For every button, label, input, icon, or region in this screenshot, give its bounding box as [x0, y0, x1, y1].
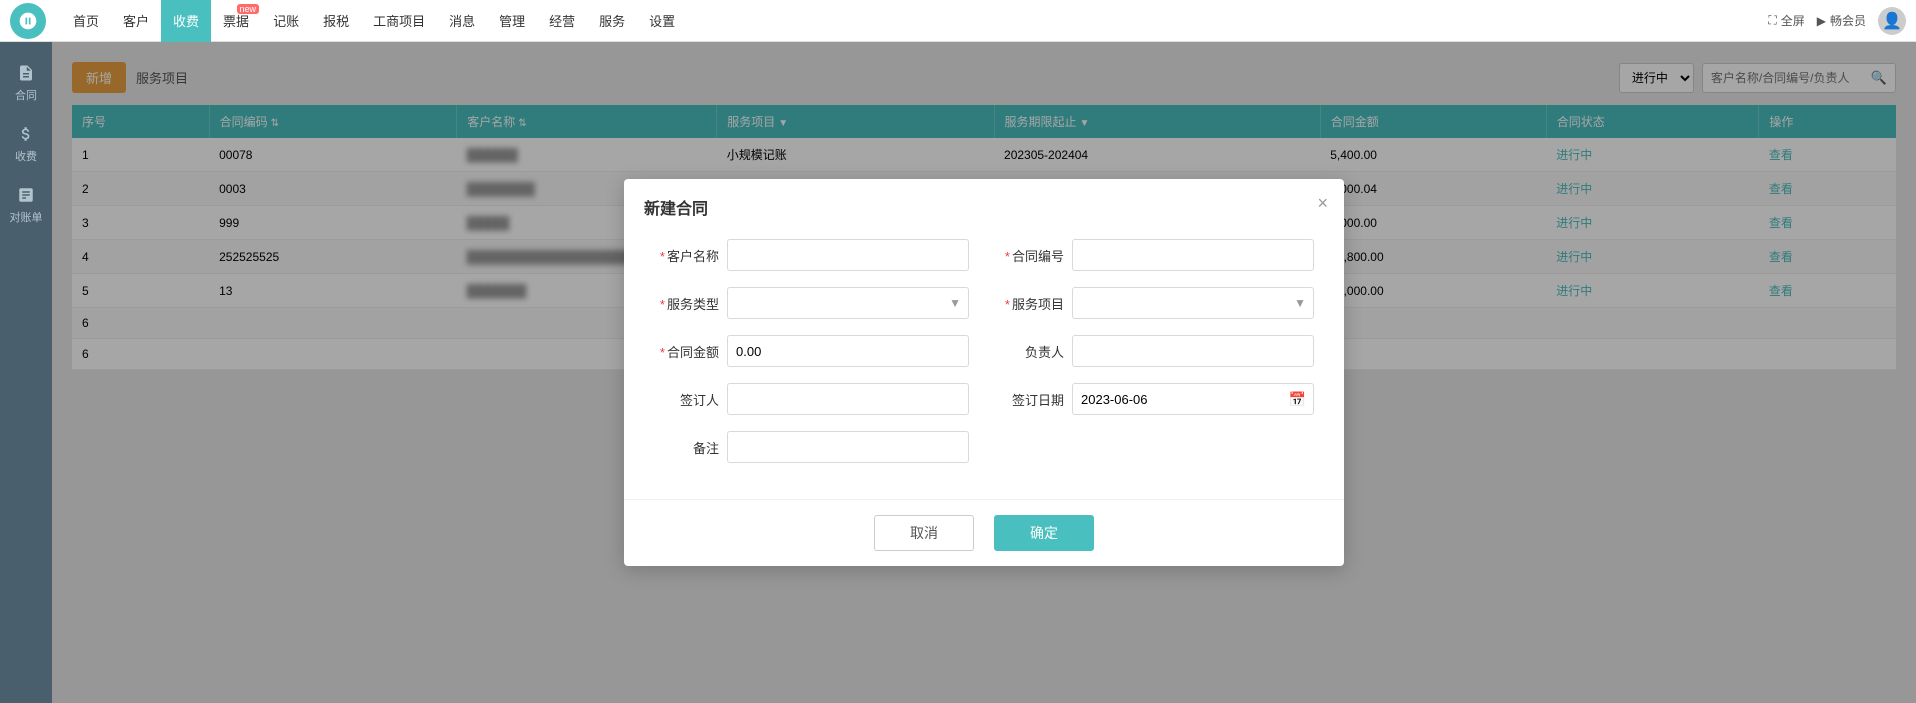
form-row-1: *客户名称 *合同编号 — [654, 239, 1314, 271]
amount-label: *合同金额 — [654, 342, 719, 361]
amount-input[interactable] — [727, 335, 969, 367]
modal-body: *客户名称 *合同编号 — [624, 229, 1344, 499]
sidebar-item-statement[interactable]: 对账单 — [0, 174, 52, 235]
form-group-serviceitem: *服务项目 ▼ — [999, 287, 1314, 319]
nav-item-settings[interactable]: 设置 — [637, 0, 687, 42]
nav-item-home[interactable]: 首页 — [61, 0, 111, 42]
form-group-responsible: 负责人 — [999, 335, 1314, 367]
servicetype-label: *服务类型 — [654, 294, 719, 313]
logo — [10, 3, 46, 39]
signer-input[interactable] — [727, 383, 969, 415]
modal-title: 新建合同 — [644, 201, 708, 218]
nav-item-ticket[interactable]: 票据 new — [211, 0, 261, 42]
nav-item-service[interactable]: 服务 — [587, 0, 637, 42]
modal-header: 新建合同 × — [624, 179, 1344, 229]
responsible-input[interactable] — [1072, 335, 1314, 367]
nav-item-customer[interactable]: 客户 — [111, 0, 161, 42]
form-group-notes: 备注 — [654, 431, 969, 463]
required-star5: * — [660, 345, 665, 360]
top-nav: 首页 客户 收费 票据 new 记账 报税 工商项目 消息 管理 经营 服务 设… — [0, 0, 1916, 42]
notes-label: 备注 — [654, 438, 719, 457]
signdate-wrap: 📅 — [1072, 383, 1314, 415]
responsible-label: 负责人 — [999, 342, 1064, 361]
nav-item-business[interactable]: 工商项目 — [361, 0, 437, 42]
form-row-2: *服务类型 ▼ *服务项目 — [654, 287, 1314, 319]
customer-input[interactable] — [727, 239, 969, 271]
form-group-signdate: 签订日期 📅 — [999, 383, 1314, 415]
contract-icon — [15, 62, 37, 84]
nav-item-manage[interactable]: 管理 — [487, 0, 537, 42]
signdate-input[interactable] — [1072, 383, 1314, 415]
cancel-button[interactable]: 取消 — [874, 515, 974, 551]
serviceitem-label: *服务项目 — [999, 294, 1064, 313]
vip-button[interactable]: ▶ 畅会员 — [1817, 12, 1866, 29]
modal-overlay: 新建合同 × *客户名称 *合同编号 — [52, 42, 1916, 703]
contractno-input[interactable] — [1072, 239, 1314, 271]
nav-right: ⛶ 全屏 ▶ 畅会员 👤 — [1768, 7, 1906, 35]
nav-item-operation[interactable]: 经营 — [537, 0, 587, 42]
form-group-amount: *合同金额 — [654, 335, 969, 367]
modal-close-button[interactable]: × — [1317, 193, 1328, 214]
confirm-button[interactable]: 确定 — [994, 515, 1094, 551]
content-area: 新增 服务项目 进行中已完成已终止 🔍 序号 合同编码⇅ 客户名称⇅ 服务项目▼… — [52, 42, 1916, 703]
form-row-5: 备注 — [654, 431, 1314, 463]
sidebar-item-fee[interactable]: 收费 — [0, 113, 52, 174]
form-row-4: 签订人 签订日期 📅 — [654, 383, 1314, 415]
form-group-servicetype: *服务类型 ▼ — [654, 287, 969, 319]
form-group-signer: 签订人 — [654, 383, 969, 415]
required-star2: * — [1005, 249, 1010, 264]
form-group-contractno: *合同编号 — [999, 239, 1314, 271]
servicetype-select[interactable] — [727, 287, 969, 319]
signdate-label: 签订日期 — [999, 390, 1064, 409]
modal-dialog: 新建合同 × *客户名称 *合同编号 — [624, 179, 1344, 566]
form-group-customer: *客户名称 — [654, 239, 969, 271]
required-star: * — [660, 249, 665, 264]
servicetype-select-wrap: ▼ — [727, 287, 969, 319]
fee-icon — [15, 123, 37, 145]
fullscreen-button[interactable]: ⛶ 全屏 — [1768, 12, 1804, 29]
customer-label: *客户名称 — [654, 246, 719, 265]
required-star4: * — [1005, 297, 1010, 312]
sidebar-item-contract[interactable]: 合同 — [0, 52, 52, 113]
nav-item-bookkeeping[interactable]: 记账 — [261, 0, 311, 42]
user-icon: 👤 — [1882, 11, 1902, 31]
serviceitem-select[interactable] — [1072, 287, 1314, 319]
vip-icon: ▶ — [1817, 14, 1826, 28]
signer-label: 签订人 — [654, 390, 719, 409]
nav-item-tax[interactable]: 报税 — [311, 0, 361, 42]
serviceitem-select-wrap: ▼ — [1072, 287, 1314, 319]
sidebar: 合同 收费 对账单 — [0, 42, 52, 703]
modal-footer: 取消 确定 — [624, 499, 1344, 566]
form-row-3: *合同金额 负责人 — [654, 335, 1314, 367]
statement-icon — [15, 184, 37, 206]
required-star3: * — [660, 297, 665, 312]
nav-item-message[interactable]: 消息 — [437, 0, 487, 42]
avatar[interactable]: 👤 — [1878, 7, 1906, 35]
notes-input[interactable] — [727, 431, 969, 463]
contractno-label: *合同编号 — [999, 246, 1064, 265]
nav-item-fee[interactable]: 收费 — [161, 0, 211, 42]
new-badge: new — [237, 4, 260, 14]
fullscreen-icon: ⛶ — [1768, 13, 1776, 28]
nav-items: 首页 客户 收费 票据 new 记账 报税 工商项目 消息 管理 经营 服务 设… — [61, 0, 1768, 42]
